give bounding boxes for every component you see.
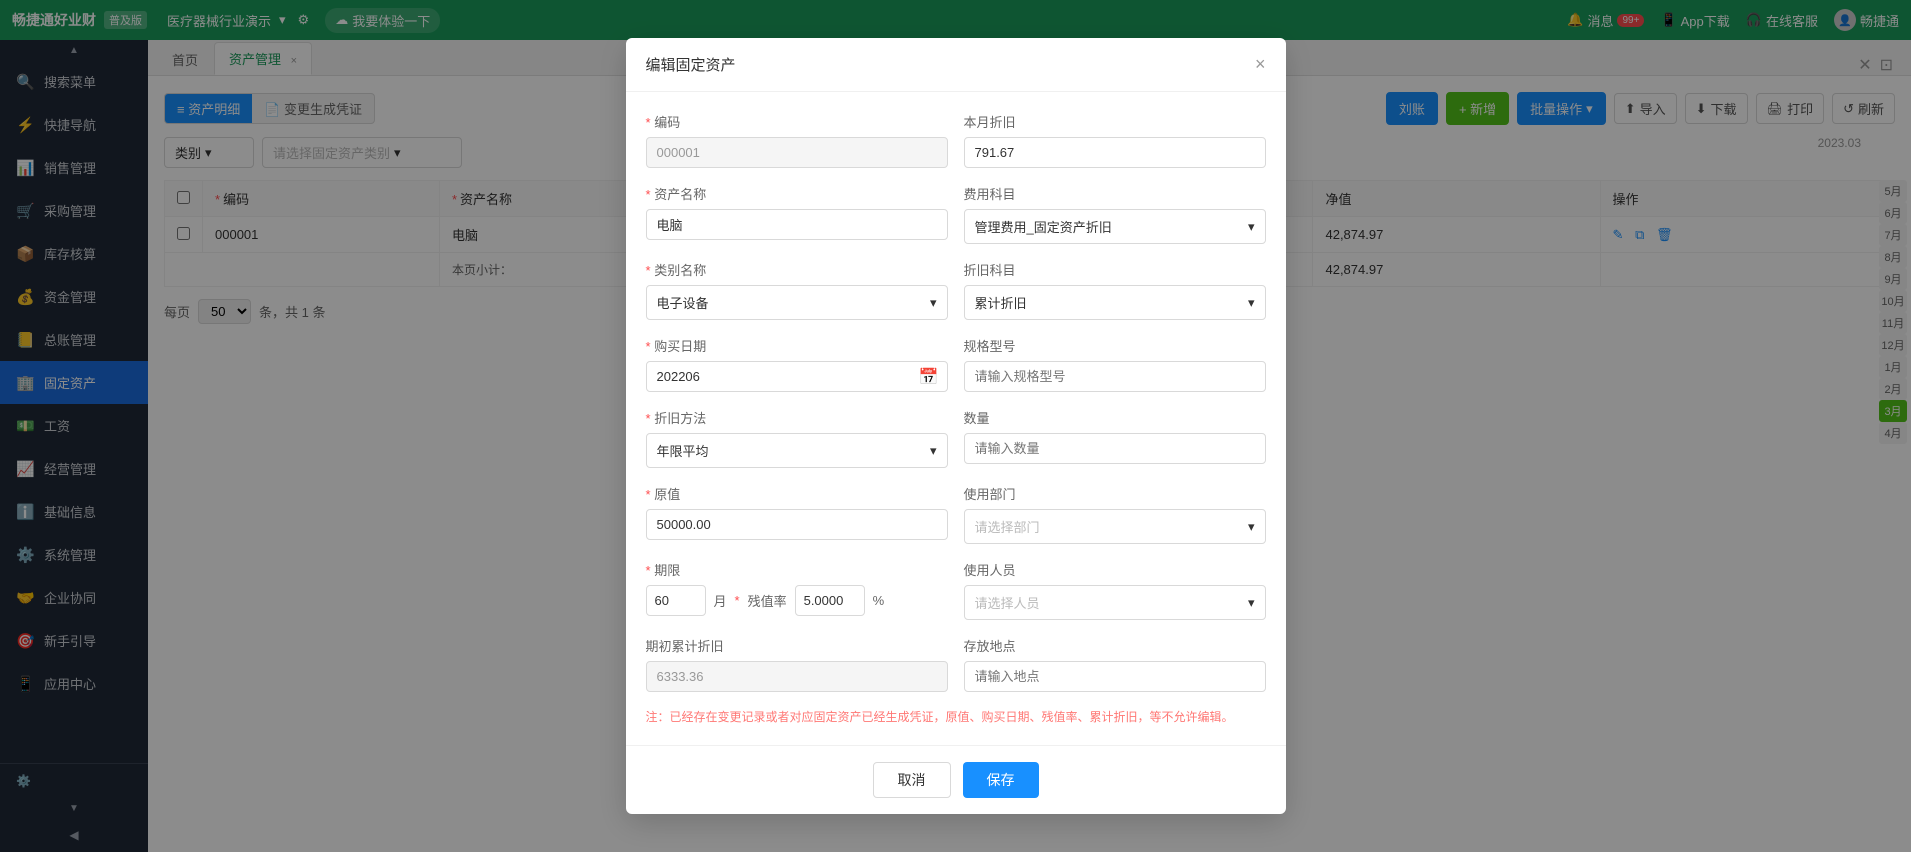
modal-row-3: * 类别名称 电子设备 ▾ 折旧科目 累计折旧 ▾ (646, 260, 1266, 320)
field-expense-account: 费用科目 管理费用_固定资产折旧 ▾ (964, 184, 1266, 244)
modal-title: 编辑固定资产 (646, 54, 736, 75)
asset-name-input[interactable] (646, 209, 948, 240)
field-depreciation-method: * 折旧方法 年限平均 ▾ (646, 408, 948, 468)
field-original-value: * 原值 (646, 484, 948, 544)
modal-body: * 编码 本月折旧 * 资产名称 费用科目 管理费用_固定资产折旧 (626, 92, 1286, 745)
spec-model-input[interactable] (964, 361, 1266, 392)
field-depreciation-account: 折旧科目 累计折旧 ▾ (964, 260, 1266, 320)
code-input[interactable] (646, 137, 948, 168)
quantity-input[interactable] (964, 433, 1266, 464)
save-button[interactable]: 保存 (963, 762, 1039, 798)
modal-footer: 取消 保存 (626, 745, 1286, 814)
person-select[interactable]: 请选择人员 ▾ (964, 585, 1266, 620)
monthly-depreciation-input[interactable] (964, 137, 1266, 168)
purchase-date-input[interactable] (647, 362, 911, 391)
modal-row-6: * 原值 使用部门 请选择部门 ▾ (646, 484, 1266, 544)
modal-row-7: * 期限 月 * 残值率 % 使用人员 请选择人员 ▾ (646, 560, 1266, 620)
modal-row-2: * 资产名称 费用科目 管理费用_固定资产折旧 ▾ (646, 184, 1266, 244)
modal-row-5: * 折旧方法 年限平均 ▾ 数量 (646, 408, 1266, 468)
modal-row-8: 期初累计折旧 存放地点 (646, 636, 1266, 692)
cancel-button[interactable]: 取消 (873, 762, 951, 798)
field-code: * 编码 (646, 112, 948, 168)
field-location: 存放地点 (964, 636, 1266, 692)
field-opening-accumulated: 期初累计折旧 (646, 636, 948, 692)
depreciation-account-select[interactable]: 累计折旧 ▾ (964, 285, 1266, 320)
chevron-down-icon: ▾ (930, 295, 937, 311)
chevron-down-icon: ▾ (1248, 219, 1255, 235)
modal-row-4: * 购买日期 📅 规格型号 (646, 336, 1266, 392)
chevron-down-icon: ▾ (930, 443, 937, 459)
field-department: 使用部门 请选择部门 ▾ (964, 484, 1266, 544)
period-input[interactable] (646, 585, 706, 616)
field-monthly-depreciation: 本月折旧 (964, 112, 1266, 168)
period-residual-group: 月 * 残值率 % (646, 585, 948, 616)
residual-rate-input[interactable] (795, 585, 865, 616)
modal-overlay: 编辑固定资产 × * 编码 本月折旧 * 资产名称 (0, 0, 1911, 852)
chevron-down-icon: ▾ (1248, 519, 1255, 535)
field-purchase-date: * 购买日期 📅 (646, 336, 948, 392)
modal-header: 编辑固定资产 × (626, 38, 1286, 92)
modal-note: 注：已经存在变更记录或者对应固定资产已经生成凭证，原值、购买日期、残值率、累计折… (646, 708, 1266, 725)
field-spec-model: 规格型号 (964, 336, 1266, 392)
calendar-icon[interactable]: 📅 (911, 367, 947, 387)
modal-row-1: * 编码 本月折旧 (646, 112, 1266, 168)
original-value-input[interactable] (646, 509, 948, 540)
field-quantity: 数量 (964, 408, 1266, 468)
field-period-residual: * 期限 月 * 残值率 % (646, 560, 948, 620)
opening-accumulated-input[interactable] (646, 661, 948, 692)
field-category: * 类别名称 电子设备 ▾ (646, 260, 948, 320)
depreciation-method-select[interactable]: 年限平均 ▾ (646, 433, 948, 468)
expense-account-select[interactable]: 管理费用_固定资产折旧 ▾ (964, 209, 1266, 244)
location-input[interactable] (964, 661, 1266, 692)
category-select[interactable]: 电子设备 ▾ (646, 285, 948, 320)
field-person: 使用人员 请选择人员 ▾ (964, 560, 1266, 620)
chevron-down-icon: ▾ (1248, 295, 1255, 311)
edit-asset-modal: 编辑固定资产 × * 编码 本月折旧 * 资产名称 (626, 38, 1286, 814)
department-select[interactable]: 请选择部门 ▾ (964, 509, 1266, 544)
field-asset-name: * 资产名称 (646, 184, 948, 244)
chevron-down-icon: ▾ (1248, 595, 1255, 611)
modal-close-btn[interactable]: × (1255, 54, 1266, 75)
